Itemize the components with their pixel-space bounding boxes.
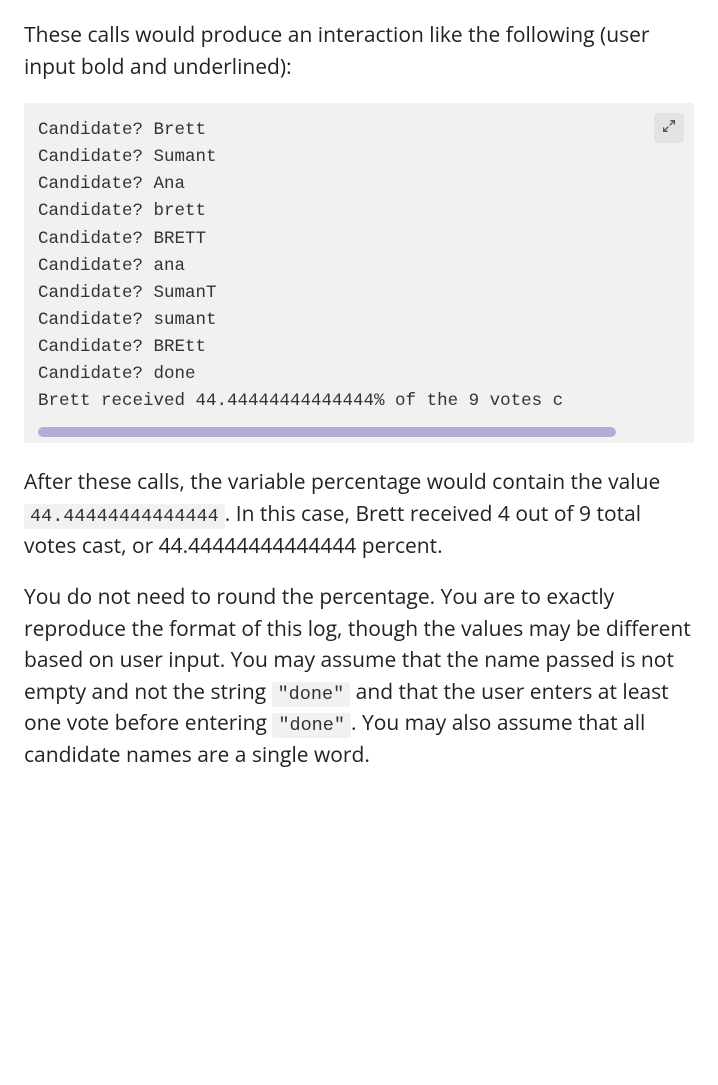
horizontal-scrollbar[interactable] [38,427,680,437]
paragraph-2: After these calls, the variable percenta… [24,467,694,562]
expand-button[interactable] [654,113,684,143]
expand-icon [661,112,677,144]
intro-paragraph: These calls would produce an interaction… [24,20,694,83]
inline-code-done-2: "done" [272,713,351,738]
text-run: After these calls, the variable percenta… [24,468,660,496]
inline-code-done-1: "done" [272,682,351,707]
code-block: Candidate? Brett Candidate? Sumant Candi… [38,117,680,423]
paragraph-3: You do not need to round the percentage.… [24,582,694,772]
inline-code-value: 44.44444444444444 [24,504,225,529]
code-block-container: Candidate? Brett Candidate? Sumant Candi… [24,103,694,443]
scrollbar-thumb[interactable] [38,427,616,437]
